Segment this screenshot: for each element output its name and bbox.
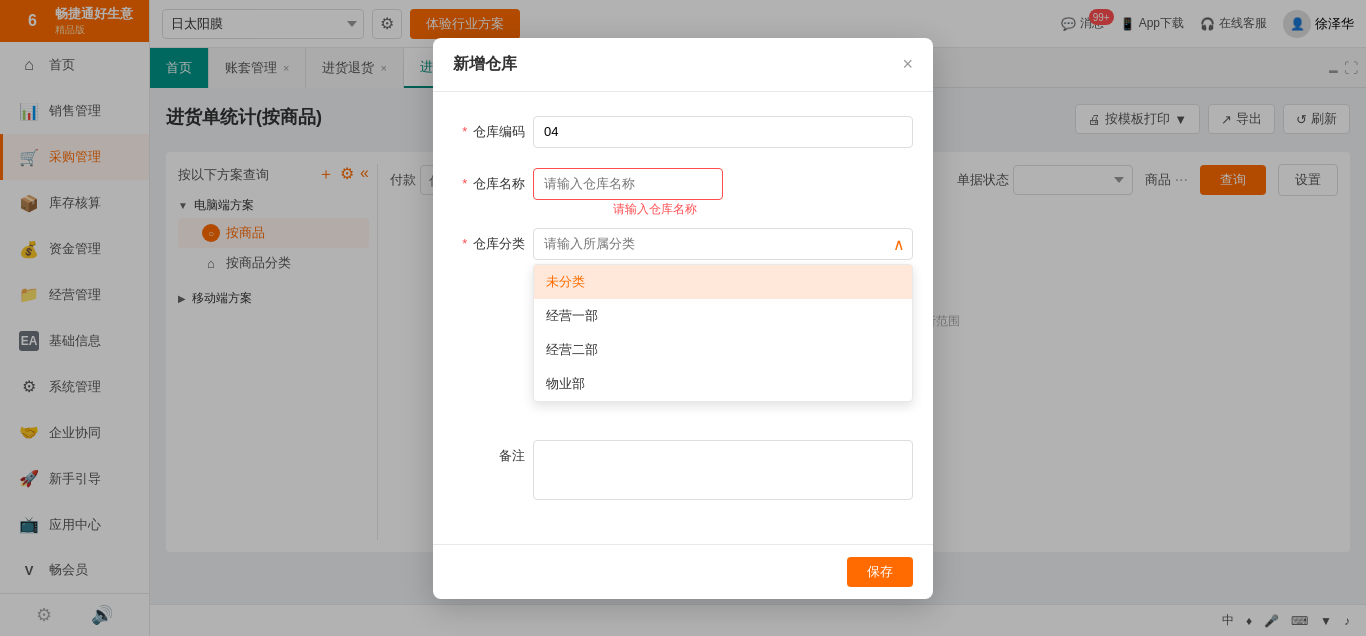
code-field-row: * 仓库编码 xyxy=(453,116,913,148)
required-star: * xyxy=(462,236,467,251)
modal-close-button[interactable]: × xyxy=(902,54,913,75)
add-warehouse-modal: 新增仓库 × * 仓库编码 * 仓库名称 请输入仓库名称 xyxy=(433,38,933,599)
code-input[interactable] xyxy=(533,116,913,148)
name-input-wrapper: 请输入仓库名称 xyxy=(533,168,913,200)
dropdown-item-0[interactable]: 未分类 xyxy=(534,265,912,299)
code-label: * 仓库编码 xyxy=(453,116,533,141)
dropdown-arrow-icon[interactable]: ∧ xyxy=(893,234,905,253)
category-label: * 仓库分类 xyxy=(453,228,533,253)
required-star: * xyxy=(462,176,467,191)
name-label: * 仓库名称 xyxy=(453,168,533,193)
modal-title: 新增仓库 xyxy=(453,54,517,75)
note-label: 备注 xyxy=(453,440,533,465)
modal-overlay[interactable]: 新增仓库 × * 仓库编码 * 仓库名称 请输入仓库名称 xyxy=(0,0,1366,636)
name-field-row: * 仓库名称 请输入仓库名称 xyxy=(453,168,913,200)
dropdown-item-1[interactable]: 经营一部 xyxy=(534,299,912,333)
category-field-row: * 仓库分类 ∧ 未分类 经营一部 经营二部 物业部 xyxy=(453,228,913,260)
note-textarea[interactable] xyxy=(533,440,913,500)
modal-body: * 仓库编码 * 仓库名称 请输入仓库名称 * xyxy=(433,92,933,544)
dropdown-item-3[interactable]: 物业部 xyxy=(534,367,912,401)
name-input[interactable] xyxy=(533,168,723,200)
category-dropdown-wrapper: ∧ 未分类 经营一部 经营二部 物业部 xyxy=(533,228,913,260)
category-dropdown-list: 未分类 经营一部 经营二部 物业部 xyxy=(533,264,913,402)
name-error-msg: 请输入仓库名称 xyxy=(613,201,697,218)
category-input[interactable] xyxy=(533,228,913,260)
dropdown-item-2[interactable]: 经营二部 xyxy=(534,333,912,367)
modal-footer: 保存 xyxy=(433,544,933,599)
modal-header: 新增仓库 × xyxy=(433,38,933,92)
note-field-row: 备注 xyxy=(453,440,913,500)
save-button[interactable]: 保存 xyxy=(847,557,913,587)
required-star: * xyxy=(462,124,467,139)
